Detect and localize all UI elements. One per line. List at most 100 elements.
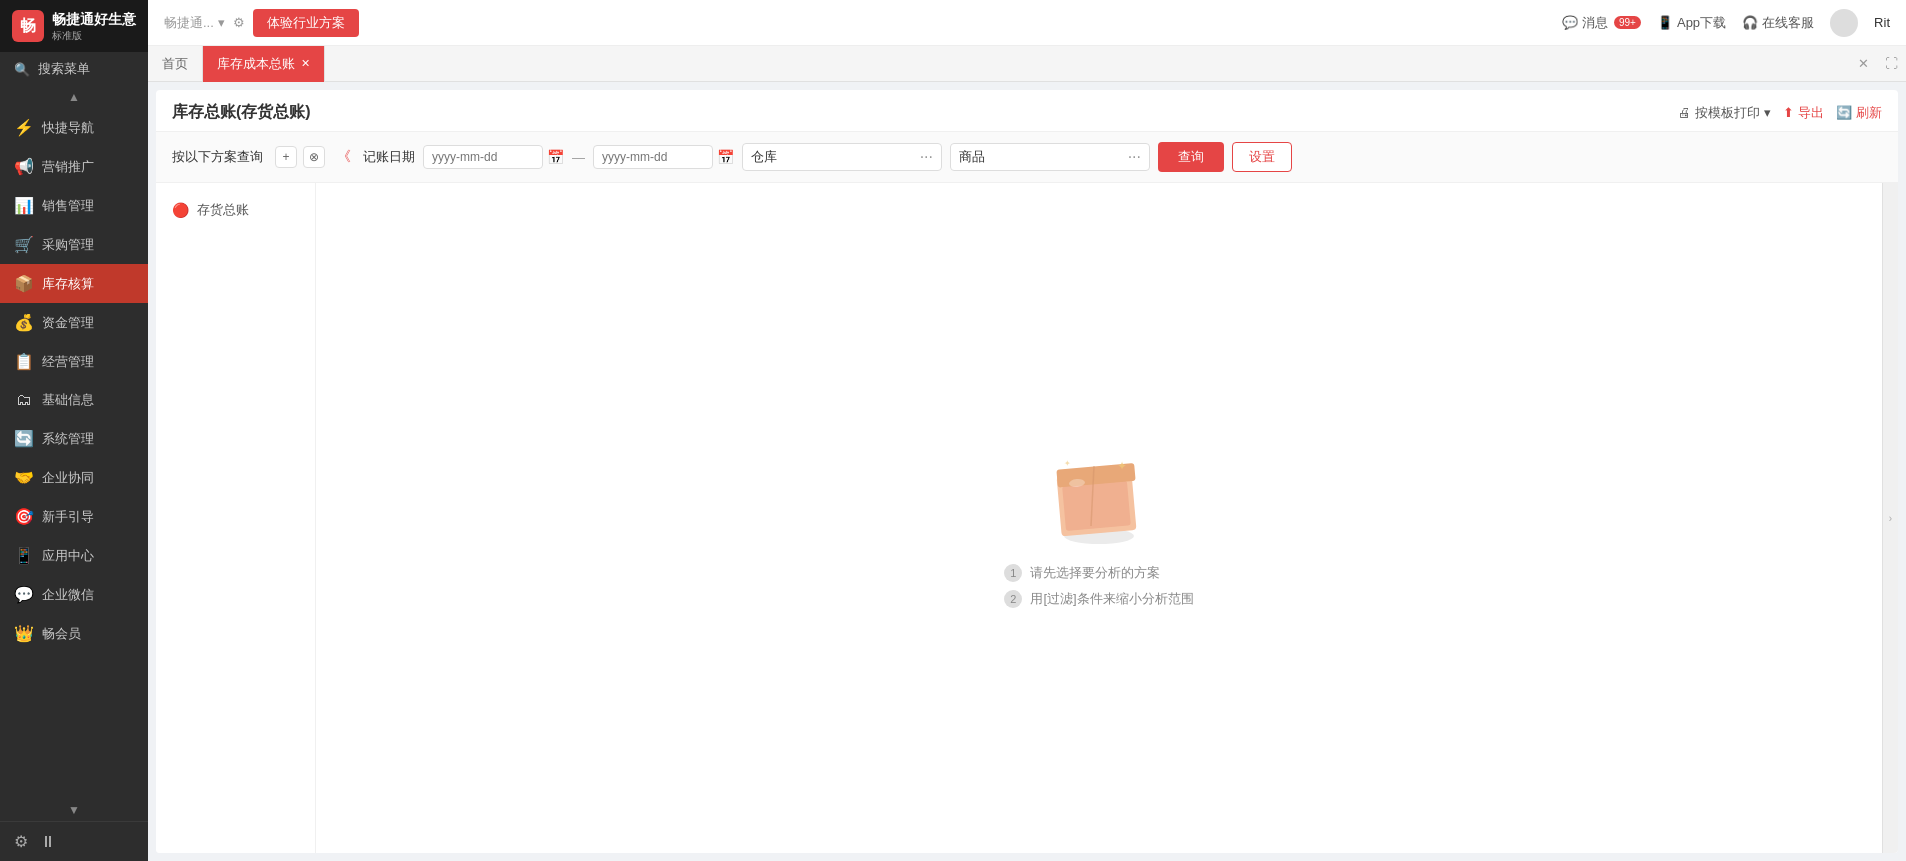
right-panel-toggle[interactable]: › [1882,183,1898,853]
sidebar-logo: 畅 畅捷通好生意 标准版 [0,0,148,52]
message-button[interactable]: 💬 消息 99+ [1562,14,1641,32]
hint-text-1: 请先选择要分析的方案 [1030,564,1160,582]
empty-svg: ✦ ✦ [1039,428,1159,548]
refresh-button[interactable]: 🔄 刷新 [1836,104,1882,122]
hint-item-1: 1 请先选择要分析的方案 [1004,564,1193,582]
sidebar-item-inventory[interactable]: 📦 库存核算 [0,264,148,303]
sidebar-item-system[interactable]: 🔄 系统管理 [0,419,148,458]
warehouse-select[interactable]: 仓库 ··· [742,143,942,171]
sidebar-search[interactable]: 🔍 搜索菜单 [0,52,148,86]
sales-icon: 📊 [14,196,34,215]
topbar-right: 💬 消息 99+ 📱 App下载 🎧 在线客服 Rit [1562,9,1890,37]
settings-icon-topbar[interactable]: ⚙ [233,15,245,30]
date-end-input[interactable] [593,145,713,169]
sidebar-item-quick-nav[interactable]: ⚡ 快捷导航 [0,108,148,147]
app-download-button[interactable]: 📱 App下载 [1657,14,1726,32]
sidebar-item-purchase[interactable]: 🛒 采购管理 [0,225,148,264]
logo-icon: 畅 [12,10,44,42]
operations-icon: 📋 [14,352,34,371]
sidebar-item-member[interactable]: 👑 畅会员 [0,614,148,653]
date-label: 记账日期 [363,148,415,166]
hint-num-1: 1 [1004,564,1022,582]
filter-icons: + ⊗ [275,146,325,168]
hint-text-2: 用[过滤]条件来缩小分析范围 [1030,590,1193,608]
content-area: 🔴 存货总账 [156,183,1898,853]
online-service-label: 在线客服 [1762,14,1814,32]
sidebar-item-guide[interactable]: 🎯 新手引导 [0,497,148,536]
inventory-ledger-label: 存货总账 [197,201,249,219]
breadcrumb-chevron: ▾ [218,15,225,30]
tab-label: 库存成本总账 [217,55,295,73]
chevron-down-icon: ▾ [1764,105,1771,120]
sidebar-item-app-center[interactable]: 📱 应用中心 [0,536,148,575]
export-icon: ⬆ [1783,105,1794,120]
svg-text:✦: ✦ [1117,459,1127,473]
settings-button[interactable]: 设置 [1232,142,1292,172]
date-start-input[interactable] [423,145,543,169]
industry-solution-button[interactable]: 体验行业方案 [253,9,359,37]
sidebar-item-label: 新手引导 [42,508,94,526]
export-button[interactable]: ⬆ 导出 [1783,104,1824,122]
empty-hint: 1 请先选择要分析的方案 2 用[过滤]条件来缩小分析范围 [1004,564,1193,608]
sidebar-item-marketing[interactable]: 📢 营销推广 [0,147,148,186]
sidebar-scroll-down[interactable]: ▼ [0,799,148,821]
avatar[interactable] [1830,9,1858,37]
calendar-end-icon[interactable]: 📅 [717,149,734,165]
sidebar-item-basic-info[interactable]: 🗂 基础信息 [0,381,148,419]
sidebar-scroll-up[interactable]: ▲ [0,86,148,108]
filter-panel: 🔴 存货总账 [156,183,316,853]
breadcrumb-text: 畅捷通... [164,14,214,32]
search-icon: 🔍 [14,62,30,77]
sidebar-item-label: 系统管理 [42,430,94,448]
settings-footer-icon[interactable]: ⚙ [14,832,28,851]
tab-close-all[interactable]: ✕ [1850,56,1877,71]
filter-collapse-button[interactable]: 《 [337,148,351,166]
empty-illustration: ✦ ✦ [1039,428,1159,548]
warehouse-label: 仓库 [751,148,916,166]
sidebar-item-label: 库存核算 [42,275,94,293]
audio-footer-icon[interactable]: ⏸ [40,833,56,851]
member-icon: 👑 [14,624,34,643]
tab-close-icon[interactable]: ✕ [301,57,310,70]
query-button[interactable]: 查询 [1158,142,1224,172]
filter-bar: 按以下方案查询 + ⊗ 《 记账日期 📅 — 📅 仓库 ·· [156,132,1898,183]
app-download-label: App下载 [1677,14,1726,32]
sidebar-item-operations[interactable]: 📋 经营管理 [0,342,148,381]
topbar-left: 畅捷通... ▾ ⚙ 体验行业方案 [164,9,1552,37]
sidebar-item-finance[interactable]: 💰 资金管理 [0,303,148,342]
sidebar-item-label: 采购管理 [42,236,94,254]
marketing-icon: 📢 [14,157,34,176]
print-icon: 🖨 [1678,105,1691,120]
sidebar-item-label: 资金管理 [42,314,94,332]
online-service-button[interactable]: 🎧 在线客服 [1742,14,1814,32]
sidebar-item-label: 快捷导航 [42,119,94,137]
tab-expand-icon[interactable]: ⛶ [1877,56,1906,71]
app-center-icon: 📱 [14,546,34,565]
message-label: 消息 [1582,14,1608,32]
calendar-start-icon[interactable]: 📅 [547,149,564,165]
sidebar: 畅 畅捷通好生意 标准版 🔍 搜索菜单 ▲ ⚡ 快捷导航 📢 营销推广 📊 销售… [0,0,148,861]
svg-rect-2 [1062,480,1131,530]
remove-filter-button[interactable]: ⊗ [303,146,325,168]
sidebar-item-label: 企业微信 [42,586,94,604]
product-more-icon: ··· [1128,148,1141,166]
breadcrumb: 畅捷通... ▾ [164,14,225,32]
quick-nav-icon: ⚡ [14,118,34,137]
sidebar-item-label: 应用中心 [42,547,94,565]
page-actions: 🖨 按模板打印 ▾ ⬆ 导出 🔄 刷新 [1678,104,1882,122]
sidebar-item-sales[interactable]: 📊 销售管理 [0,186,148,225]
inventory-ledger-item[interactable]: 🔴 存货总账 [156,193,315,227]
tab-inventory-cost[interactable]: 库存成本总账 ✕ [203,46,325,82]
hint-num-2: 2 [1004,590,1022,608]
sidebar-item-label: 企业协同 [42,469,94,487]
add-filter-button[interactable]: + [275,146,297,168]
sidebar-item-enterprise[interactable]: 🤝 企业协同 [0,458,148,497]
hint-item-2: 2 用[过滤]条件来缩小分析范围 [1004,590,1193,608]
guide-icon: 🎯 [14,507,34,526]
tab-home[interactable]: 首页 [148,46,203,82]
print-template-button[interactable]: 🖨 按模板打印 ▾ [1678,104,1771,122]
sidebar-item-wechat[interactable]: 💬 企业微信 [0,575,148,614]
product-select[interactable]: 商品 ··· [950,143,1150,171]
headset-icon: 🎧 [1742,15,1758,30]
date-end-wrap: 📅 [593,145,734,169]
